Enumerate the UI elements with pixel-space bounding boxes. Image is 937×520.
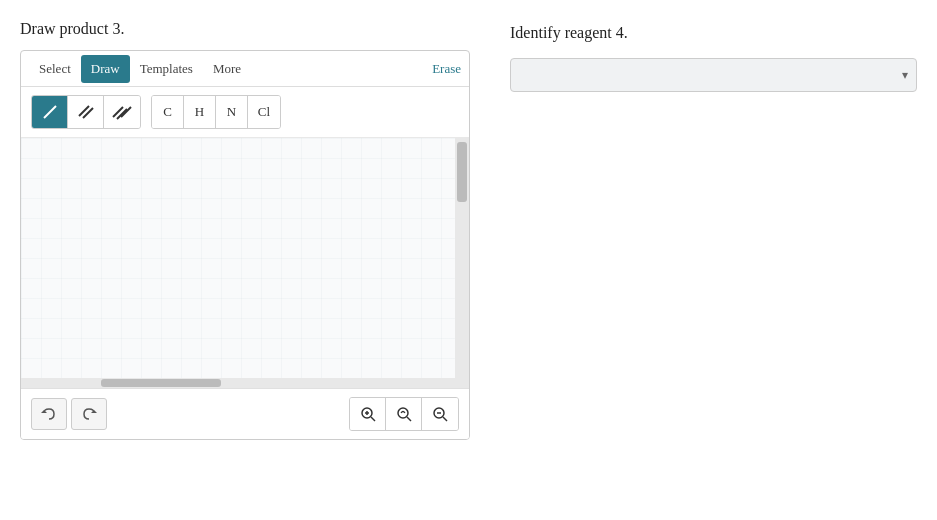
drawing-canvas[interactable] bbox=[21, 138, 469, 378]
right-panel-title: Identify reagent 4. bbox=[510, 24, 917, 42]
bottom-bar bbox=[21, 388, 469, 439]
scroll-thumb bbox=[457, 142, 467, 202]
svg-line-9 bbox=[371, 417, 375, 421]
atom-group: C H N Cl bbox=[151, 95, 281, 129]
bond-single-button[interactable] bbox=[32, 96, 68, 128]
atom-c-button[interactable]: C bbox=[152, 96, 184, 128]
bond-group bbox=[31, 95, 141, 129]
draw-container: Select Draw Templates More Erase bbox=[20, 50, 470, 440]
undo-button[interactable] bbox=[31, 398, 67, 430]
zoom-reset-button[interactable] bbox=[386, 398, 422, 430]
toolbar: Select Draw Templates More Erase bbox=[21, 51, 469, 87]
zoom-reset-icon bbox=[395, 405, 413, 423]
vertical-scrollbar[interactable] bbox=[455, 138, 469, 378]
svg-line-13 bbox=[407, 417, 411, 421]
left-panel: Draw product 3. Select Draw Templates Mo… bbox=[20, 20, 470, 500]
redo-button[interactable] bbox=[71, 398, 107, 430]
zoom-in-icon bbox=[359, 405, 377, 423]
zoom-out-button[interactable] bbox=[422, 398, 458, 430]
svg-line-0 bbox=[44, 106, 56, 118]
bond-triple-button[interactable] bbox=[104, 96, 140, 128]
left-panel-title: Draw product 3. bbox=[20, 20, 470, 38]
bond-double-button[interactable] bbox=[68, 96, 104, 128]
zoom-in-button[interactable] bbox=[350, 398, 386, 430]
atom-h-button[interactable]: H bbox=[184, 96, 216, 128]
tab-more[interactable]: More bbox=[203, 55, 251, 83]
svg-marker-6 bbox=[41, 410, 47, 413]
svg-point-12 bbox=[398, 408, 408, 418]
atom-cl-button[interactable]: Cl bbox=[248, 96, 280, 128]
tab-select[interactable]: Select bbox=[29, 55, 81, 83]
erase-button[interactable]: Erase bbox=[432, 61, 461, 77]
double-bond-icon bbox=[77, 104, 95, 120]
svg-line-15 bbox=[443, 417, 447, 421]
zoom-group bbox=[349, 397, 459, 431]
undo-redo-group bbox=[31, 398, 107, 430]
single-bond-icon bbox=[42, 104, 58, 120]
undo-icon bbox=[41, 406, 57, 422]
redo-icon bbox=[81, 406, 97, 422]
tab-templates[interactable]: Templates bbox=[130, 55, 203, 83]
reagent-dropdown[interactable]: ▾ bbox=[510, 58, 917, 92]
dropdown-arrow-icon: ▾ bbox=[902, 68, 908, 83]
triple-bond-icon bbox=[112, 104, 132, 120]
horizontal-scrollbar[interactable] bbox=[21, 378, 469, 388]
tab-draw[interactable]: Draw bbox=[81, 55, 130, 83]
right-panel: Identify reagent 4. ▾ bbox=[510, 20, 917, 500]
bond-toolbar: C H N Cl bbox=[21, 87, 469, 138]
svg-marker-7 bbox=[91, 410, 97, 413]
atom-n-button[interactable]: N bbox=[216, 96, 248, 128]
zoom-out-icon bbox=[431, 405, 449, 423]
hscroll-thumb bbox=[101, 379, 221, 387]
